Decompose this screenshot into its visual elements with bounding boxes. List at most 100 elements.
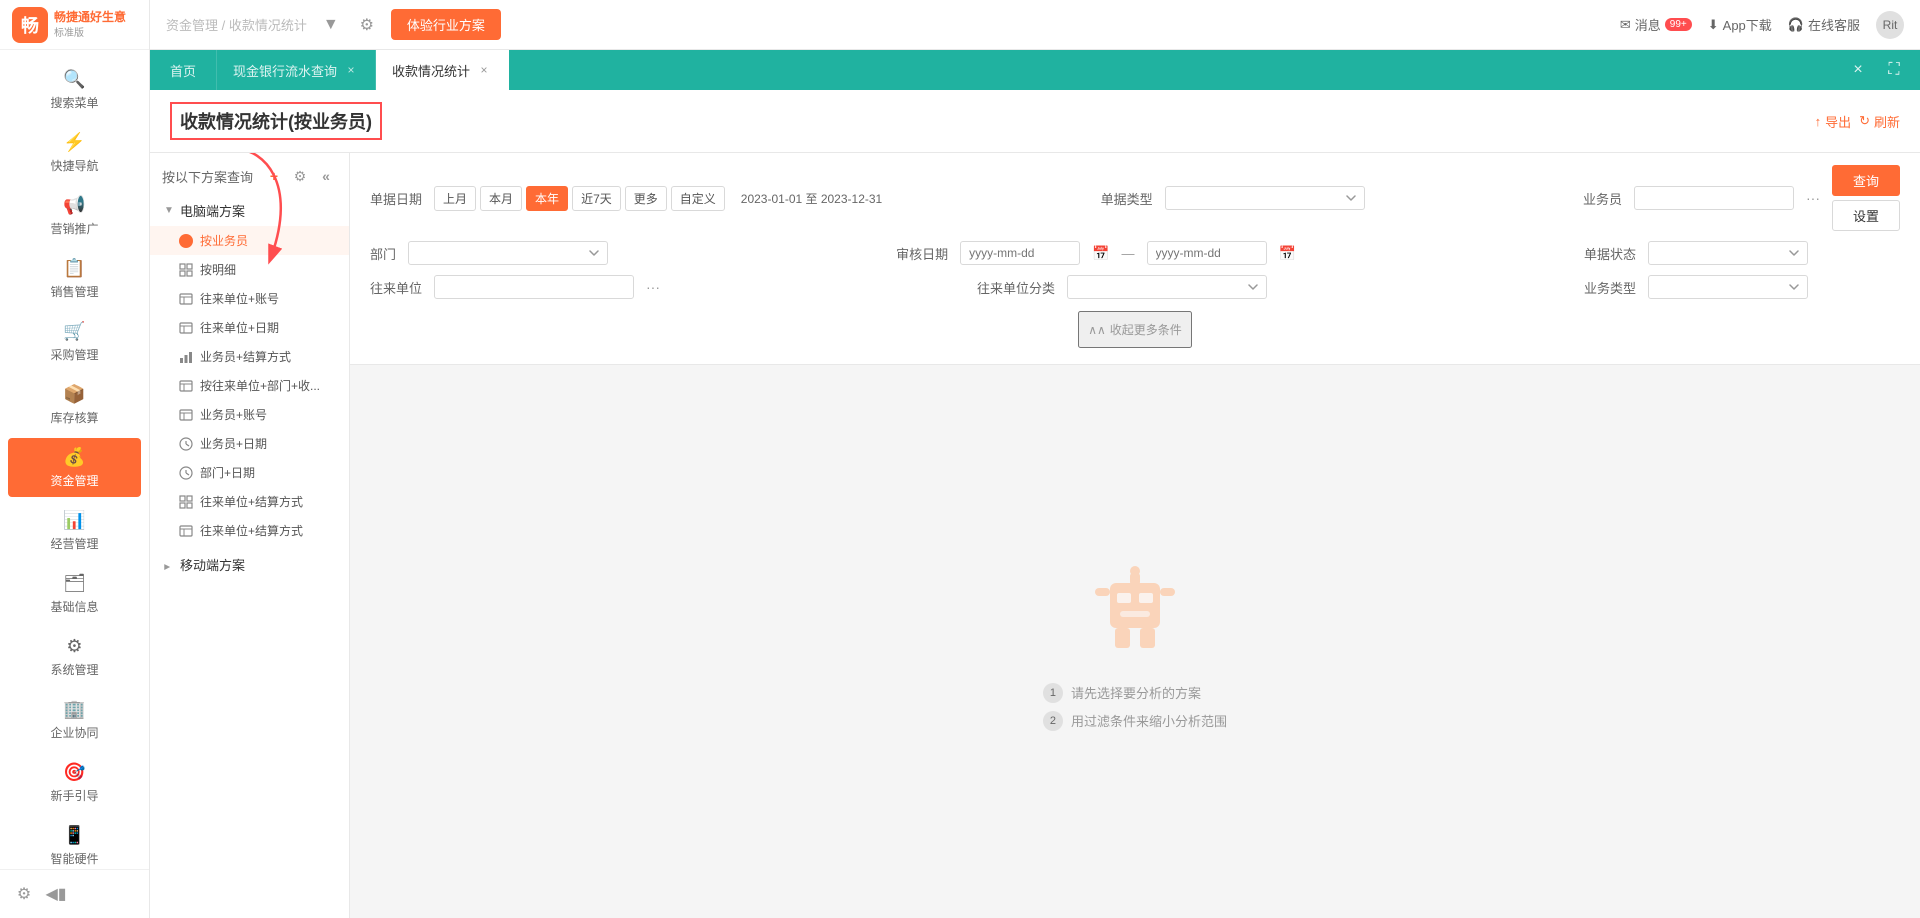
date-btn-7days[interactable]: 近7天 xyxy=(572,186,621,211)
date-btn-this-year[interactable]: 本年 xyxy=(526,186,568,211)
sidebar-item-label: 营销推广 xyxy=(50,220,98,237)
sidebar-item-operation[interactable]: 📊 经营管理 xyxy=(0,499,149,562)
messages-label: 消息 xyxy=(1635,15,1661,34)
tree-item-partner-dept[interactable]: 按往来单位+部门+收... xyxy=(150,371,349,400)
tree-item-staff-account[interactable]: 业务员+账号 xyxy=(150,400,349,429)
sidebar-item-fund[interactable]: 💰 资金管理 xyxy=(8,438,141,497)
sidebar-item-purchase[interactable]: 🛒 采购管理 xyxy=(0,310,149,373)
tree-item-staff-settle[interactable]: 业务员+结算方式 xyxy=(150,342,349,371)
inventory-icon: 📦 xyxy=(64,383,86,405)
tree-item-partner-settle2[interactable]: 往来单位+结算方式 xyxy=(150,516,349,545)
sidebar-item-label: 新手引导 xyxy=(50,787,98,804)
sidebar-item-basic-info[interactable]: 🗂 基础信息 xyxy=(0,562,149,625)
review-date-start[interactable] xyxy=(960,241,1080,265)
trial-button[interactable]: 体验行业方案 xyxy=(391,9,501,40)
tab-bank-flow[interactable]: 现金银行流水查询 × xyxy=(217,50,376,90)
partner-settle1-icon xyxy=(178,494,194,510)
desktop-section-header[interactable]: ▼ 电脑端方案 xyxy=(150,195,349,226)
basic-info-icon: 🗂 xyxy=(64,572,86,594)
query-button[interactable]: 查询 xyxy=(1832,165,1900,196)
tab-bank-flow-label: 现金银行流水查询 xyxy=(233,61,337,80)
settings-header-icon[interactable]: ⚙ xyxy=(355,13,379,37)
staff-input[interactable] xyxy=(1634,186,1794,210)
setting-button[interactable]: 设置 xyxy=(1832,200,1900,231)
partner-category-select[interactable] xyxy=(1067,275,1267,299)
collapse-label: 收起更多条件 xyxy=(1110,321,1182,338)
right-panel: 单据日期 上月 本月 本年 近7天 更多 自定义 2023-01-01 至 20… xyxy=(350,153,1920,918)
sidebar-item-search-menu[interactable]: 🔍 搜索菜单 xyxy=(0,58,149,121)
tree-item-partner-settle1[interactable]: 往来单位+结算方式 xyxy=(150,487,349,516)
partner-input[interactable] xyxy=(434,275,634,299)
collapse-panel-icon[interactable]: « xyxy=(315,165,337,187)
collapse-icon: ∧∧ xyxy=(1088,323,1106,337)
tab-collection-stat[interactable]: 收款情况统计 × xyxy=(376,50,509,90)
tree-item-partner-date[interactable]: 往来单位+日期 xyxy=(150,313,349,342)
date-btn-this-month[interactable]: 本月 xyxy=(480,186,522,211)
date-btn-more[interactable]: 更多 xyxy=(625,186,667,211)
tab-collection-stat-close[interactable]: × xyxy=(476,62,492,78)
left-panel: 按以下方案查询 + ⚙ « xyxy=(150,153,350,918)
sidebar-item-marketing[interactable]: 📢 营销推广 xyxy=(0,184,149,247)
dept-select[interactable] xyxy=(408,241,608,265)
tree-item-by-staff[interactable]: 按业务员 xyxy=(150,226,349,255)
sidebar-item-smart-hw[interactable]: 📱 智能硬件 xyxy=(0,814,149,869)
collapse-row: ∧∧ 收起更多条件 xyxy=(370,303,1900,352)
scheme-settings-icon[interactable]: ⚙ xyxy=(289,165,311,187)
user-avatar[interactable]: Rit xyxy=(1876,11,1904,39)
date-btn-custom[interactable]: 自定义 xyxy=(671,186,725,211)
settings-footer-icon[interactable]: ⚙ xyxy=(12,882,36,906)
sidebar-item-enterprise[interactable]: 🏢 企业协同 xyxy=(0,688,149,751)
tree-item-partner-account[interactable]: 往来单位+账号 xyxy=(150,284,349,313)
date-separator: — xyxy=(1122,246,1135,261)
tab-maximize-icon[interactable]: ⛶ xyxy=(1880,56,1908,84)
service-icon: 🎧 xyxy=(1788,17,1804,33)
app-download-item[interactable]: ⬇ App下载 xyxy=(1708,15,1772,34)
sidebar-item-guide[interactable]: 🎯 新手引导 xyxy=(0,751,149,814)
sidebar-item-label: 企业协同 xyxy=(50,724,98,741)
date-btn-last-month[interactable]: 上月 xyxy=(434,186,476,211)
calendar-end-icon[interactable]: 📅 xyxy=(1279,245,1296,262)
status-select[interactable] xyxy=(1648,241,1808,265)
tab-bank-flow-close[interactable]: × xyxy=(343,62,359,78)
main-content: 资金管理 / 收款情况统计 ▼ ⚙ 体验行业方案 ✉ 消息 99+ ⬇ App下… xyxy=(150,0,1920,918)
mobile-section-label: 移动端方案 xyxy=(180,555,245,574)
online-service-item[interactable]: 🎧 在线客服 xyxy=(1788,15,1860,34)
collapse-button[interactable]: ∧∧ 收起更多条件 xyxy=(1078,311,1192,348)
mobile-section-header[interactable]: ▼ 移动端方案 xyxy=(150,549,349,580)
empty-hint-2: 2 用过滤条件来缩小分析范围 xyxy=(1043,711,1227,731)
sidebar-item-quick-nav[interactable]: ⚡ 快捷导航 xyxy=(0,121,149,184)
desktop-section: ▼ 电脑端方案 按业务员 xyxy=(150,195,349,545)
sidebar-item-label: 基础信息 xyxy=(50,598,98,615)
sidebar-footer: ⚙ ◀▮ xyxy=(0,869,149,918)
refresh-button[interactable]: ↻ 刷新 xyxy=(1859,112,1900,131)
biz-type-label: 业务类型 xyxy=(1584,278,1636,297)
biz-type-select[interactable] xyxy=(1648,275,1808,299)
by-detail-icon xyxy=(178,262,194,278)
sidebar-item-inventory[interactable]: 📦 库存核算 xyxy=(0,373,149,436)
partner-category-label: 往来单位分类 xyxy=(977,278,1055,297)
review-date-end[interactable] xyxy=(1147,241,1267,265)
tab-home[interactable]: 首页 xyxy=(150,50,217,90)
calendar-start-icon[interactable]: 📅 xyxy=(1092,245,1109,262)
sidebar-item-label: 搜索菜单 xyxy=(50,94,98,111)
tree-item-dept-date[interactable]: 部门+日期 xyxy=(150,458,349,487)
tab-close-all-icon[interactable]: × xyxy=(1844,56,1872,84)
add-scheme-button[interactable]: + xyxy=(263,165,285,187)
dept-select-wrapper xyxy=(408,241,608,265)
partner-more-icon[interactable]: ··· xyxy=(646,279,660,295)
status-filter-label: 单据状态 xyxy=(1584,244,1636,263)
export-button[interactable]: ↑ 导出 xyxy=(1815,112,1852,131)
tree-item-by-detail[interactable]: 按明细 xyxy=(150,255,349,284)
dropdown-icon[interactable]: ▼ xyxy=(319,13,343,37)
tree-item-staff-date[interactable]: 业务员+日期 xyxy=(150,429,349,458)
review-date-label: 审核日期 xyxy=(896,244,948,263)
category-select[interactable] xyxy=(1165,186,1365,210)
tab-home-label: 首页 xyxy=(170,61,196,80)
refresh-label: 刷新 xyxy=(1874,112,1900,131)
page-body: 收款情况统计(按业务员) ↑ 导出 ↻ 刷新 按以下方 xyxy=(150,90,1920,918)
staff-more-icon[interactable]: ··· xyxy=(1806,190,1820,206)
sidebar-item-sales[interactable]: 📋 销售管理 xyxy=(0,247,149,310)
collapse-sidebar-icon[interactable]: ◀▮ xyxy=(44,882,68,906)
sidebar-item-system[interactable]: ⚙ 系统管理 xyxy=(0,625,149,688)
messages-item[interactable]: ✉ 消息 99+ xyxy=(1620,15,1692,34)
